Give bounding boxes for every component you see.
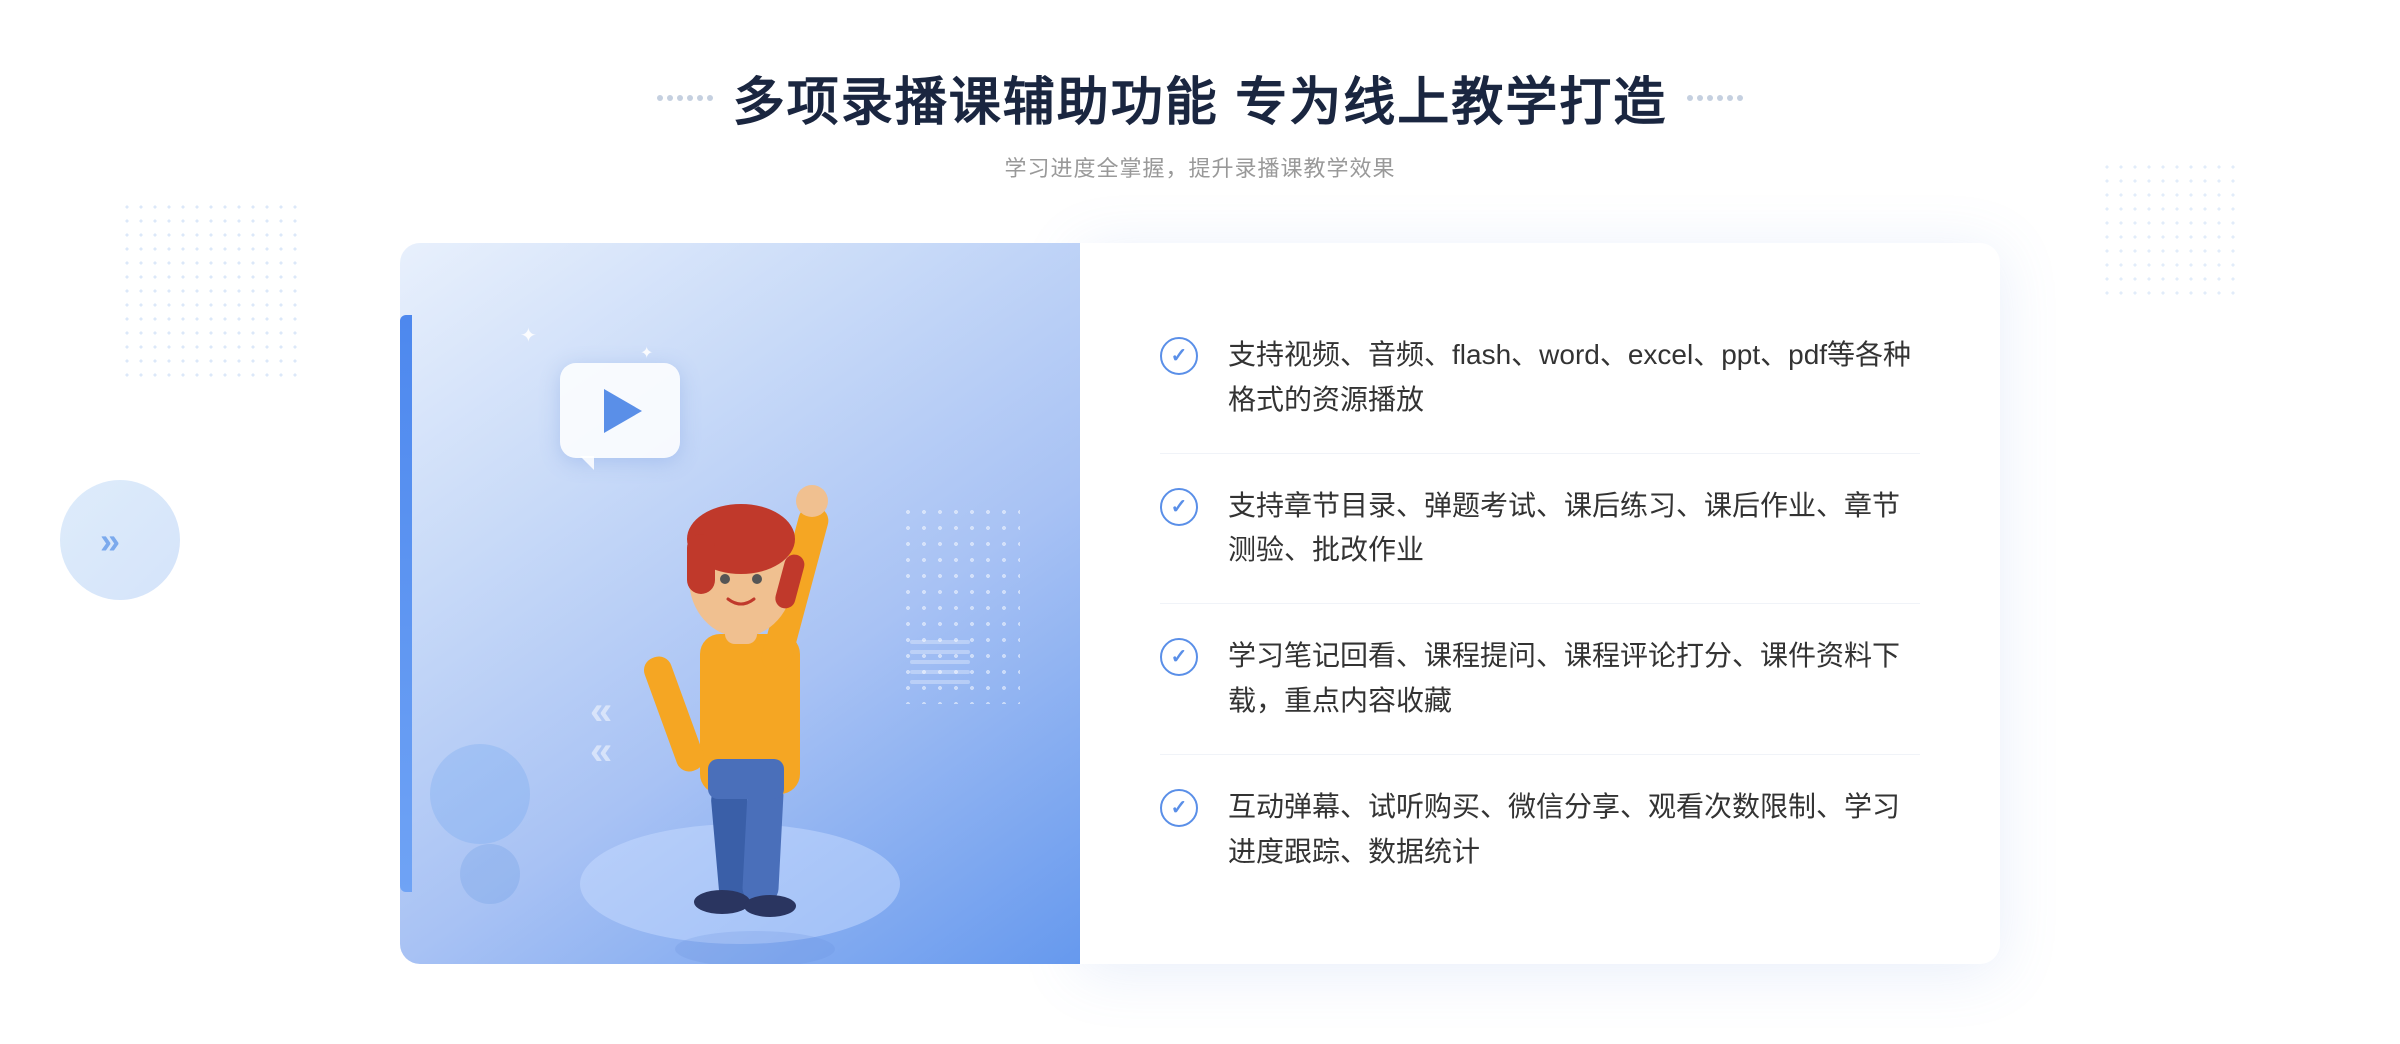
check-mark-2: ✓ (1171, 497, 1188, 517)
sparkle-decoration-1: ✦ (520, 323, 537, 348)
header-decoration: 多项录播课辅助功能 专为线上教学打造 (657, 60, 1743, 135)
person-illustration: « « (560, 404, 920, 964)
feature-text-4: 互动弹幕、试听购买、微信分享、观看次数限制、学习进度跟踪、数据统计 (1228, 785, 1920, 875)
check-mark-1: ✓ (1171, 346, 1188, 366)
svg-text:«: « (590, 729, 612, 773)
features-content-card: ✓ 支持视频、音频、flash、word、excel、ppt、pdf等各种格式的… (1080, 243, 2000, 964)
sparkle-decoration-2: ✦ (640, 343, 653, 363)
header-section: 多项录播课辅助功能 专为线上教学打造 学习进度全掌握，提升录播课教学效果 (0, 60, 2400, 183)
check-circle-4: ✓ (1160, 789, 1198, 827)
check-icon-4: ✓ (1160, 789, 1200, 829)
feature-item-3: ✓ 学习笔记回看、课程提问、课程评论打分、课件资料下载，重点内容收藏 (1160, 604, 1920, 755)
deco-circle-1 (430, 744, 530, 844)
check-mark-3: ✓ (1171, 647, 1188, 667)
check-icon-1: ✓ (1160, 337, 1200, 377)
feature-item-2: ✓ 支持章节目录、弹题考试、课后练习、课后作业、章节测验、批改作业 (1160, 454, 1920, 605)
feature-item-1: ✓ 支持视频、音频、flash、word、excel、ppt、pdf等各种格式的… (1160, 303, 1920, 454)
feature-text-3: 学习笔记回看、课程提问、课程评论打分、课件资料下载，重点内容收藏 (1228, 634, 1920, 724)
check-circle-1: ✓ (1160, 337, 1198, 375)
illustration-container: ✦ ✦ (400, 243, 1080, 964)
check-circle-2: ✓ (1160, 488, 1198, 526)
chevron-left-decoration: » (100, 520, 120, 562)
decoration-dots-left (657, 95, 713, 101)
svg-text:«: « (590, 689, 612, 733)
check-mark-4: ✓ (1171, 798, 1188, 818)
stripe-decoration (910, 640, 970, 684)
bg-dots-decoration-left (120, 200, 300, 380)
page-container: » 多项录播课辅助功能 专为线上教学打造 学习进度全掌握，提升录播课教学效果 (0, 0, 2400, 1044)
page-subtitle: 学习进度全掌握，提升录播课教学效果 (0, 151, 2400, 183)
decoration-dots-right (1687, 95, 1743, 101)
feature-text-1: 支持视频、音频、flash、word、excel、ppt、pdf等各种格式的资源… (1228, 333, 1920, 423)
main-content-area: ✦ ✦ (400, 243, 2000, 964)
blue-accent-bar (400, 315, 412, 892)
feature-item-4: ✓ 互动弹幕、试听购买、微信分享、观看次数限制、学习进度跟踪、数据统计 (1160, 755, 1920, 905)
check-circle-3: ✓ (1160, 638, 1198, 676)
check-icon-3: ✓ (1160, 638, 1200, 678)
page-main-title: 多项录播课辅助功能 专为线上教学打造 (733, 60, 1667, 135)
check-icon-2: ✓ (1160, 488, 1200, 528)
feature-text-2: 支持章节目录、弹题考试、课后练习、课后作业、章节测验、批改作业 (1228, 484, 1920, 574)
deco-circle-2 (460, 844, 520, 904)
